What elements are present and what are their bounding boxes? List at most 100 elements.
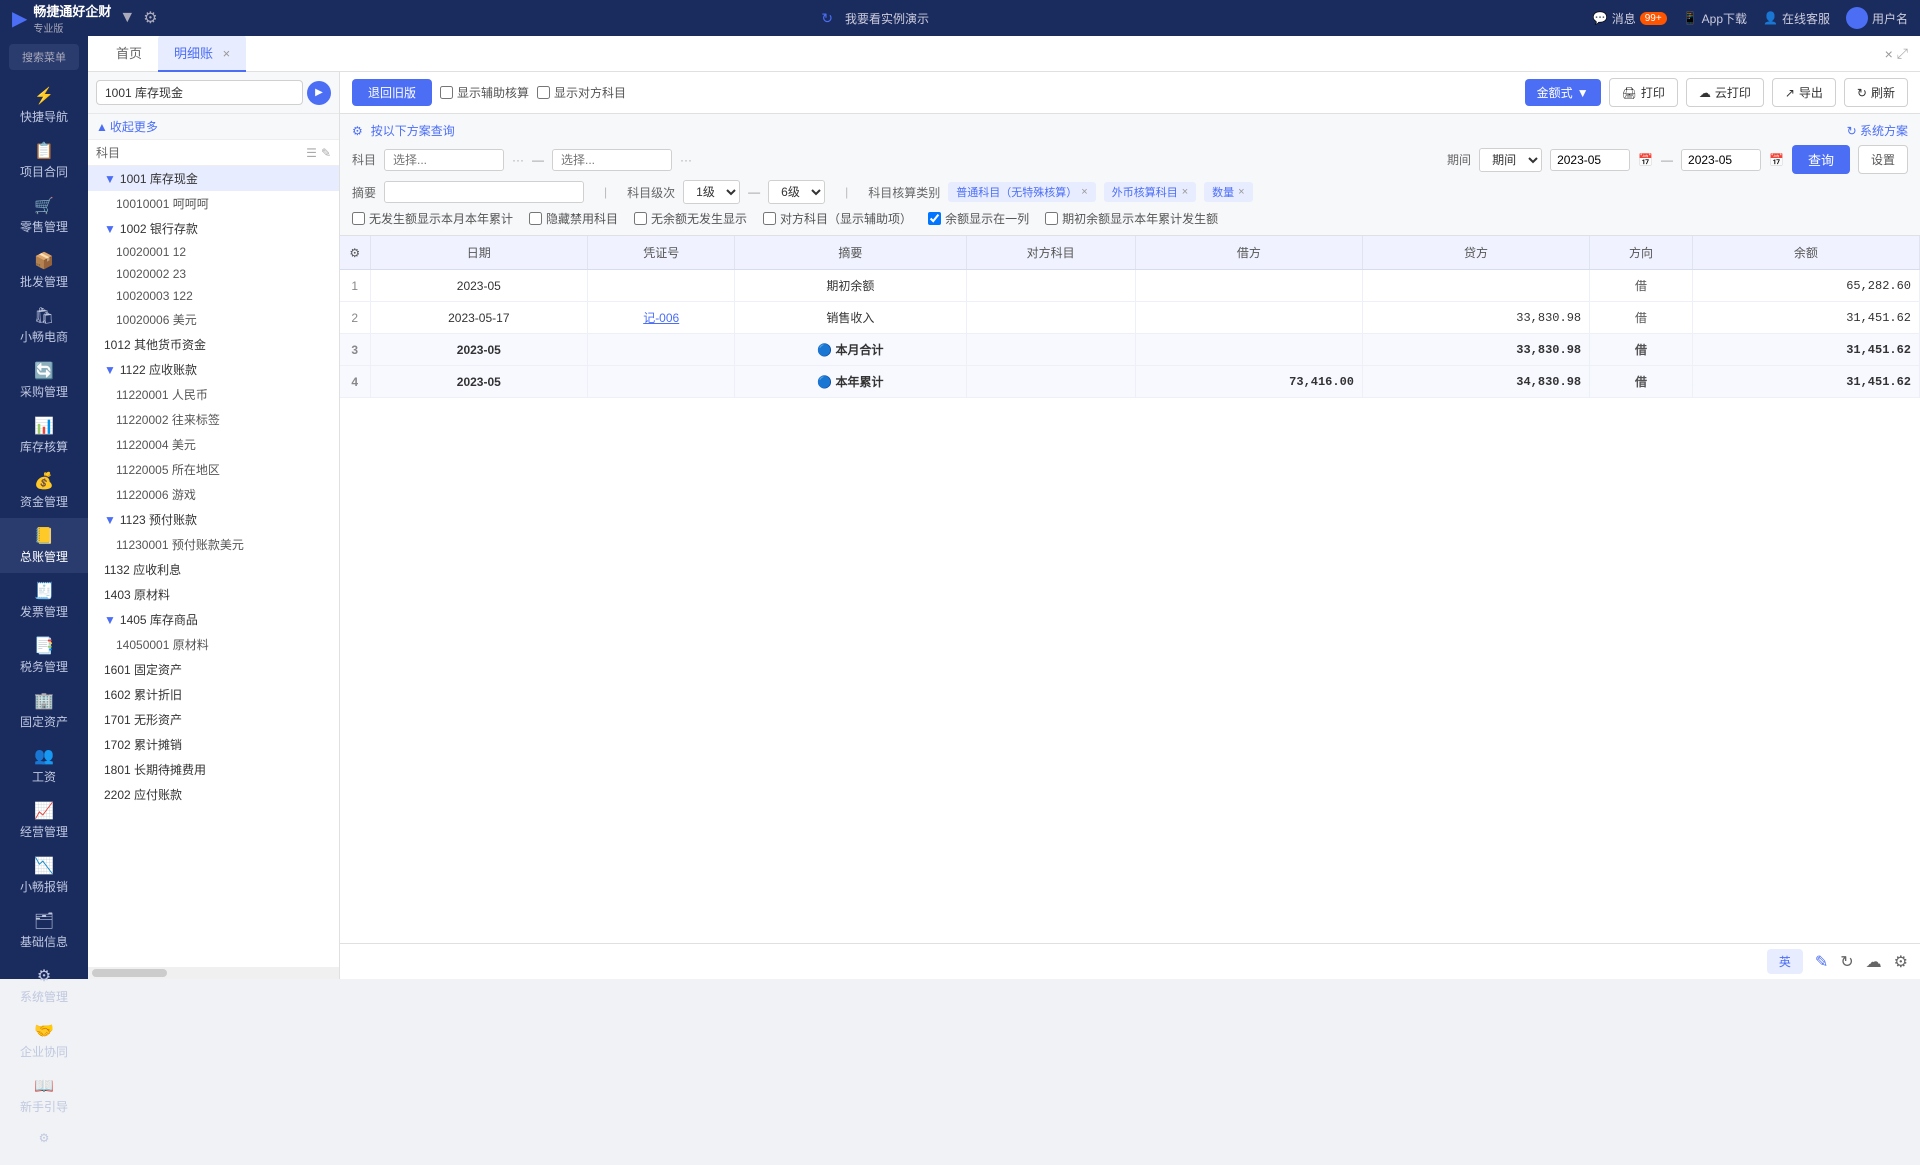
cb-no-balance-input[interactable] <box>634 212 647 225</box>
tree-item-10020002[interactable]: 10020002 23 <box>88 263 339 285</box>
tree-item-1132[interactable]: 1132 应收利息 <box>88 557 339 582</box>
cb-balance-one-col-input[interactable] <box>928 212 941 225</box>
period-type-select[interactable]: 期间 <box>1479 148 1542 172</box>
sidebar-item-settings[interactable]: ⚙ <box>35 1123 54 1153</box>
show-opposite-input[interactable] <box>537 86 550 99</box>
cb-hide-disabled-input[interactable] <box>529 212 542 225</box>
sidebar-item-assets[interactable]: 🏢 固定资产 <box>0 683 88 738</box>
tag-foreign-close[interactable]: × <box>1182 186 1188 198</box>
search-menu[interactable]: 搜索菜单 <box>9 44 79 70</box>
sidebar-item-sales-report[interactable]: 📉 小畅报销 <box>0 848 88 903</box>
settings-bottom-icon[interactable]: ⚙ <box>1894 952 1908 972</box>
filter-scheme[interactable]: ↻ 系统方案 <box>1847 122 1908 139</box>
sidebar-item-project[interactable]: 📋 项目合同 <box>0 133 88 188</box>
show-opposite-checkbox[interactable]: 显示对方科目 <box>537 84 626 101</box>
account-selector[interactable]: 1001 库存现金 <box>96 80 303 105</box>
level-to-select[interactable]: 6级1级2级 <box>768 180 825 204</box>
show-aux-input[interactable] <box>440 86 453 99</box>
filter-gear[interactable]: ⚙ <box>352 124 363 138</box>
tree-edit-icon[interactable]: ✎ <box>321 146 331 160</box>
tag-qty-close[interactable]: × <box>1238 186 1244 198</box>
tree-item-1001[interactable]: ▼1001 库存现金 <box>88 166 339 191</box>
sidebar-item-accounting[interactable]: 📒 总账管理 <box>0 518 88 573</box>
tree-item-1701[interactable]: 1701 无形资产 <box>88 707 339 732</box>
user-area[interactable]: 用户名 <box>1846 7 1908 29</box>
cloud-bottom-icon[interactable]: ☁ <box>1866 952 1882 972</box>
gear-icon[interactable]: ⚙ <box>349 246 360 260</box>
edit-icon[interactable]: ✎ <box>1815 952 1828 972</box>
cell-voucher[interactable]: 记-006 <box>588 302 735 334</box>
account-nav-btn[interactable]: ▶ <box>307 81 331 105</box>
tree-item-14050001[interactable]: 14050001 原材料 <box>88 632 339 657</box>
level-from-select[interactable]: 1级2级3级 <box>683 180 740 204</box>
lang-btn[interactable]: 英 <box>1767 949 1803 974</box>
sidebar-item-quicknav[interactable]: ⚡ 快捷导航 <box>0 78 88 133</box>
tree-list-icon[interactable]: ☰ <box>306 146 317 160</box>
print-btn[interactable]: 🖨 打印 <box>1609 78 1678 107</box>
back-old-btn[interactable]: 退回旧版 <box>352 79 432 106</box>
settings-icon[interactable]: ⚙ <box>143 8 157 28</box>
tree-item-11220005[interactable]: 11220005 所在地区 <box>88 457 339 482</box>
tree-item-2202[interactable]: 2202 应付账款 <box>88 782 339 807</box>
cloud-print-btn[interactable]: ☁ 云打印 <box>1686 78 1764 107</box>
tree-item-1012[interactable]: 1012 其他货币资金 <box>88 332 339 357</box>
demo-link[interactable]: 我要看实例演示 <box>845 10 929 27</box>
sidebar-item-operations[interactable]: 📈 经营管理 <box>0 793 88 848</box>
sidebar-item-guide[interactable]: 📖 新手引导 <box>0 1068 88 1123</box>
tree-item-11220001[interactable]: 11220001 人民币 <box>88 382 339 407</box>
sidebar-item-tax[interactable]: 📑 税务管理 <box>0 628 88 683</box>
cb-opposite-input[interactable] <box>763 212 776 225</box>
sidebar-item-system[interactable]: ⚙ 系统管理 <box>0 958 88 1013</box>
subject-from-input[interactable] <box>384 149 504 171</box>
tree-item-10010001[interactable]: 10010001 呵呵呵 <box>88 191 339 216</box>
period-from-input[interactable] <box>1550 149 1630 171</box>
export-btn[interactable]: ↗ 导出 <box>1772 78 1836 107</box>
window-close-btn[interactable]: × <box>1885 46 1893 62</box>
tree-item-10020003[interactable]: 10020003 122 <box>88 285 339 307</box>
tree-item-11220006[interactable]: 11220006 游戏 <box>88 482 339 507</box>
cb-opening-balance-input[interactable] <box>1045 212 1058 225</box>
tab-detail[interactable]: 明细账 × <box>158 36 246 72</box>
cb-no-balance[interactable]: 无余额无发生显示 <box>634 210 747 227</box>
tab-close-btn[interactable]: × <box>223 46 231 61</box>
tree-item-11220004[interactable]: 11220004 美元 <box>88 432 339 457</box>
sidebar-item-retail[interactable]: 🛒 零售管理 <box>0 188 88 243</box>
message-btn[interactable]: 💬 消息 99+ <box>1593 10 1667 27</box>
tree-item-11220002[interactable]: 11220002 往来标签 <box>88 407 339 432</box>
sidebar-item-invoice[interactable]: 🧾 发票管理 <box>0 573 88 628</box>
format-btn[interactable]: 金额式 ▼ <box>1525 79 1601 106</box>
setting-btn[interactable]: 设置 <box>1858 145 1908 174</box>
tree-item-1602[interactable]: 1602 累计折旧 <box>88 682 339 707</box>
tag-normal-close[interactable]: × <box>1081 186 1087 198</box>
cb-opposite[interactable]: 对方科目（显示辅助项） <box>763 210 912 227</box>
tree-item-1403[interactable]: 1403 原材料 <box>88 582 339 607</box>
sidebar-item-enterprise[interactable]: 🤝 企业协同 <box>0 1013 88 1068</box>
sidebar-item-purchase[interactable]: 🔄 采购管理 <box>0 353 88 408</box>
cb-hide-disabled[interactable]: 隐藏禁用科目 <box>529 210 618 227</box>
tree-item-10020001[interactable]: 10020001 12 <box>88 241 339 263</box>
tree-item-1123[interactable]: ▼1123 预付账款 <box>88 507 339 532</box>
query-btn[interactable]: 查询 <box>1792 145 1850 174</box>
refresh-btn[interactable]: ↻ 刷新 <box>1844 78 1908 107</box>
tree-item-1702[interactable]: 1702 累计摊销 <box>88 732 339 757</box>
online-service-btn[interactable]: 👤 在线客服 <box>1763 10 1830 27</box>
calendar-icon-1[interactable]: 📅 <box>1638 153 1653 167</box>
sidebar-item-ecommerce[interactable]: 🛍 小畅电商 <box>0 298 88 353</box>
period-to-input[interactable] <box>1681 149 1761 171</box>
refresh-bottom-icon[interactable]: ↻ <box>1840 952 1853 972</box>
cb-no-occur-input[interactable] <box>352 212 365 225</box>
sidebar-item-basic[interactable]: 🗂 基础信息 <box>0 903 88 958</box>
sidebar-item-payroll[interactable]: 👥 工资 <box>0 738 88 793</box>
show-aux-checkbox[interactable]: 显示辅助核算 <box>440 84 529 101</box>
calendar-icon-2[interactable]: 📅 <box>1769 153 1784 167</box>
scrollbar-bottom[interactable] <box>88 967 339 979</box>
tree-item-1801[interactable]: 1801 长期待摊费用 <box>88 757 339 782</box>
summary-input[interactable] <box>384 181 584 203</box>
tree-item-11230001[interactable]: 11230001 预付账款美元 <box>88 532 339 557</box>
tree-item-1601[interactable]: 1601 固定资产 <box>88 657 339 682</box>
cb-opening-balance[interactable]: 期初余额显示本年累计发生额 <box>1045 210 1218 227</box>
window-expand-btn[interactable]: ⤢ <box>1897 45 1908 62</box>
app-download-btn[interactable]: 📱 App下载 <box>1683 10 1747 27</box>
sidebar-item-wholesale[interactable]: 📦 批发管理 <box>0 243 88 298</box>
sidebar-item-funds[interactable]: 💰 资金管理 <box>0 463 88 518</box>
